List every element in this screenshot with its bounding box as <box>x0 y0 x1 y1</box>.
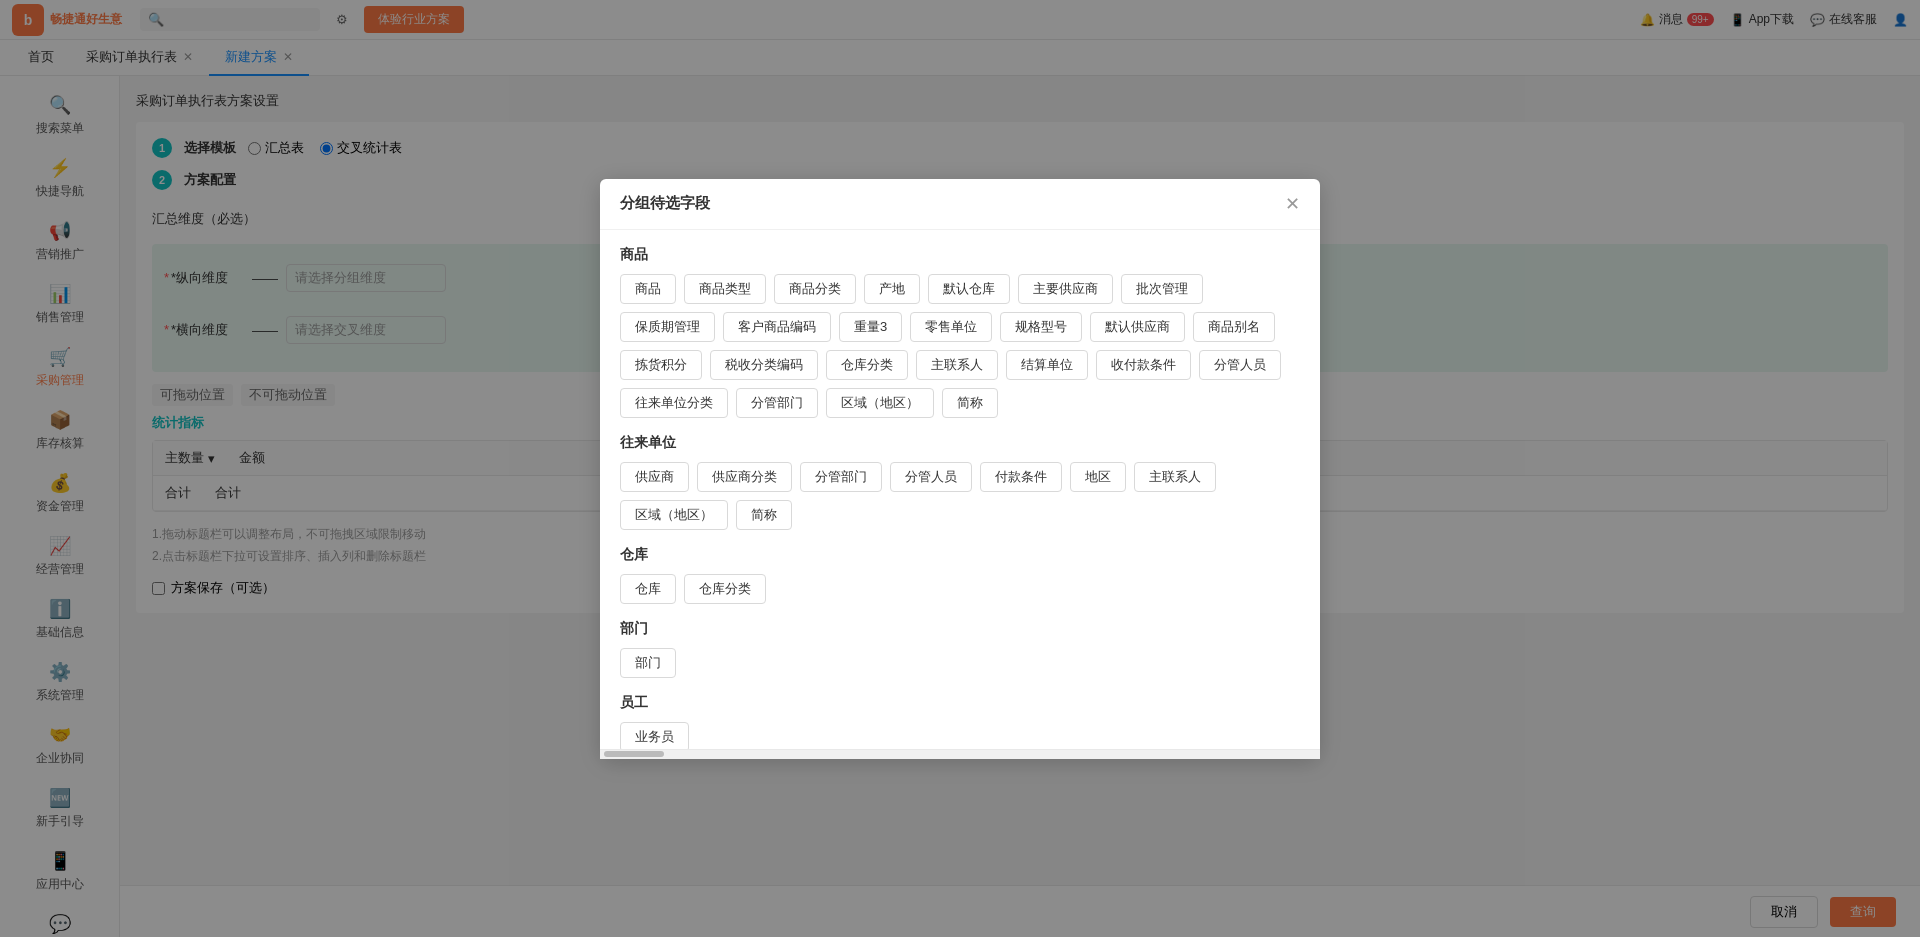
section-product-title: 商品 <box>620 246 1300 264</box>
field-tag[interactable]: 商品类型 <box>684 274 766 304</box>
field-tag[interactable]: 产地 <box>864 274 920 304</box>
modal-close-button[interactable]: ✕ <box>1285 193 1300 215</box>
field-tag[interactable]: 批次管理 <box>1121 274 1203 304</box>
field-tag[interactable]: 收付款条件 <box>1096 350 1191 380</box>
field-tag[interactable]: 商品分类 <box>774 274 856 304</box>
modal-body: 商品 商品商品类型商品分类产地默认仓库主要供应商批次管理保质期管理客户商品编码重… <box>600 230 1320 749</box>
modal-overlay: 分组待选字段 ✕ 商品 商品商品类型商品分类产地默认仓库主要供应商批次管理保质期… <box>0 0 1920 937</box>
field-tag[interactable]: 零售单位 <box>910 312 992 342</box>
section-dept: 部门 部门 <box>620 620 1300 678</box>
field-tag[interactable]: 商品 <box>620 274 676 304</box>
section-dept-title: 部门 <box>620 620 1300 638</box>
modal-title: 分组待选字段 <box>620 194 710 213</box>
field-tag[interactable]: 区域（地区） <box>620 500 728 530</box>
field-tag[interactable]: 分管部门 <box>800 462 882 492</box>
field-tag[interactable]: 供应商分类 <box>697 462 792 492</box>
field-tag[interactable]: 仓库分类 <box>826 350 908 380</box>
field-tag[interactable]: 默认供应商 <box>1090 312 1185 342</box>
section-product: 商品 商品商品类型商品分类产地默认仓库主要供应商批次管理保质期管理客户商品编码重… <box>620 246 1300 418</box>
field-tag[interactable]: 主联系人 <box>916 350 998 380</box>
field-select-modal: 分组待选字段 ✕ 商品 商品商品类型商品分类产地默认仓库主要供应商批次管理保质期… <box>600 179 1320 759</box>
field-tag[interactable]: 付款条件 <box>980 462 1062 492</box>
field-tag[interactable]: 默认仓库 <box>928 274 1010 304</box>
field-tag[interactable]: 仓库分类 <box>684 574 766 604</box>
section-employee: 员工 业务员 <box>620 694 1300 749</box>
section-warehouse-title: 仓库 <box>620 546 1300 564</box>
field-tag[interactable]: 简称 <box>942 388 998 418</box>
field-tag[interactable]: 重量3 <box>839 312 902 342</box>
field-tag[interactable]: 业务员 <box>620 722 689 749</box>
field-tag[interactable]: 往来单位分类 <box>620 388 728 418</box>
field-tag[interactable]: 仓库 <box>620 574 676 604</box>
section-employee-title: 员工 <box>620 694 1300 712</box>
field-tag[interactable]: 拣货积分 <box>620 350 702 380</box>
field-tag[interactable]: 规格型号 <box>1000 312 1082 342</box>
modal-hscroll[interactable] <box>600 749 1320 759</box>
field-tag[interactable]: 地区 <box>1070 462 1126 492</box>
modal-header: 分组待选字段 ✕ <box>600 179 1320 230</box>
field-tag[interactable]: 税收分类编码 <box>710 350 818 380</box>
field-tag[interactable]: 简称 <box>736 500 792 530</box>
section-employee-tags: 业务员 <box>620 722 1300 749</box>
section-warehouse-tags: 仓库仓库分类 <box>620 574 1300 604</box>
section-warehouse: 仓库 仓库仓库分类 <box>620 546 1300 604</box>
section-partner-tags: 供应商供应商分类分管部门分管人员付款条件地区主联系人区域（地区） 简称 <box>620 462 1300 530</box>
field-tag[interactable]: 商品别名 <box>1193 312 1275 342</box>
field-tag[interactable]: 保质期管理 <box>620 312 715 342</box>
field-tag[interactable]: 分管人员 <box>1199 350 1281 380</box>
field-tag[interactable]: 区域（地区） <box>826 388 934 418</box>
field-tag[interactable]: 结算单位 <box>1006 350 1088 380</box>
field-tag[interactable]: 部门 <box>620 648 676 678</box>
field-tag[interactable]: 主要供应商 <box>1018 274 1113 304</box>
field-tag[interactable]: 分管人员 <box>890 462 972 492</box>
field-tag[interactable]: 主联系人 <box>1134 462 1216 492</box>
field-tag[interactable]: 分管部门 <box>736 388 818 418</box>
field-tag[interactable]: 供应商 <box>620 462 689 492</box>
field-tag[interactable]: 客户商品编码 <box>723 312 831 342</box>
section-partner-title: 往来单位 <box>620 434 1300 452</box>
section-product-tags: 商品商品类型商品分类产地默认仓库主要供应商批次管理保质期管理客户商品编码重量3 零… <box>620 274 1300 418</box>
section-partner: 往来单位 供应商供应商分类分管部门分管人员付款条件地区主联系人区域（地区） 简称 <box>620 434 1300 530</box>
section-dept-tags: 部门 <box>620 648 1300 678</box>
